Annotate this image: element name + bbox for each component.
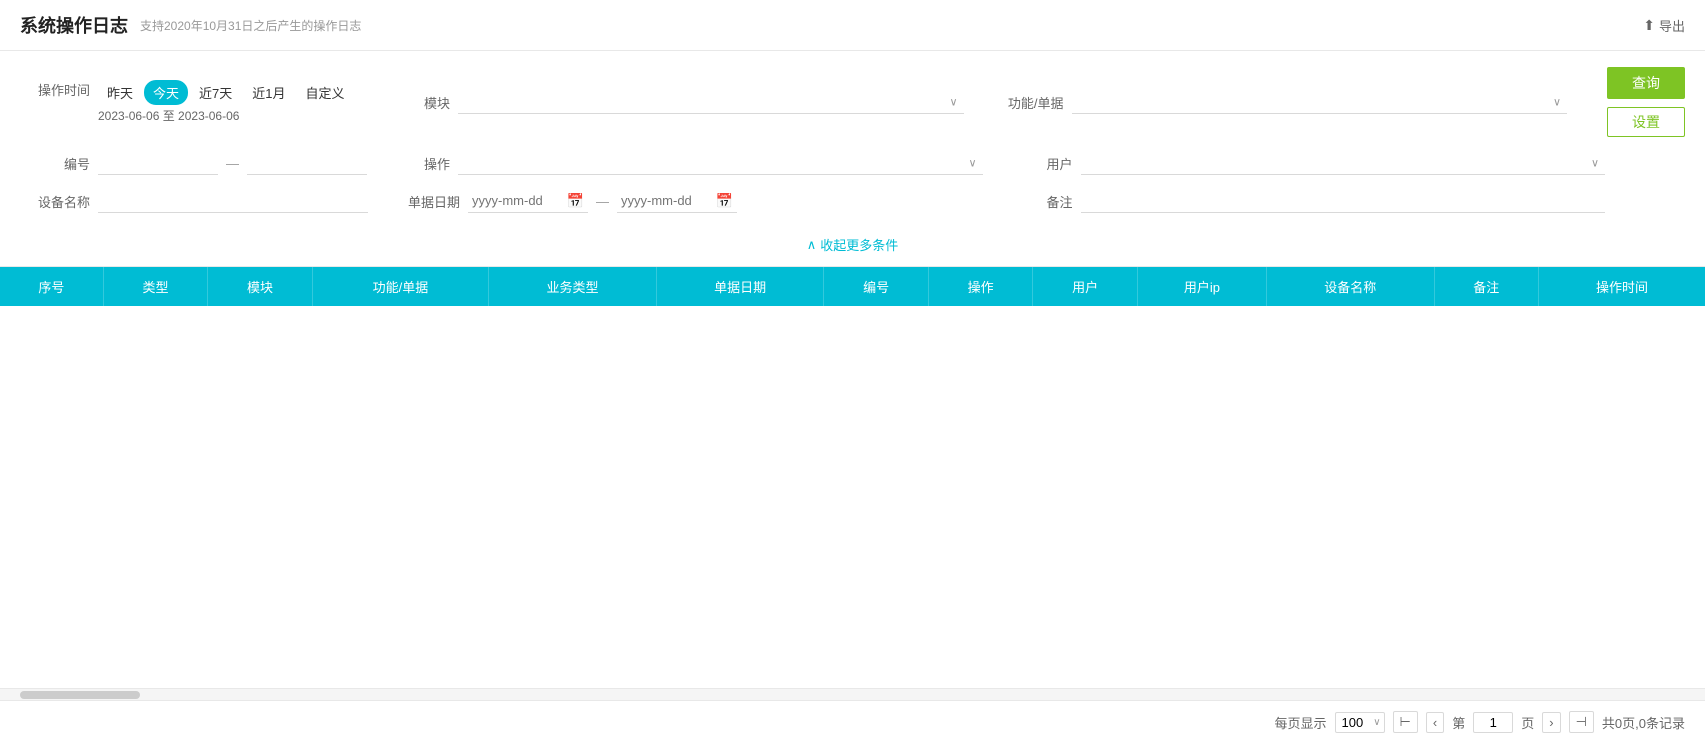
time-date-range: 2023-06-06 至 2023-06-06 (98, 107, 354, 124)
page-last-button[interactable]: ⊣ (1569, 711, 1594, 733)
scrollbar-thumb[interactable] (20, 691, 140, 699)
user-select[interactable] (1081, 151, 1606, 175)
user-label: 用户 (1003, 154, 1073, 173)
col-code: 编号 (824, 267, 928, 306)
user-filter-group: 用户 ∨ (1003, 151, 1606, 175)
pagination-bar: 每页显示 100 10 20 50 200 ∨ ⊢ ‹ 第 页 › ⊣ 共0页,… (0, 700, 1705, 743)
collapse-button[interactable]: ∧ 收起更多条件 (807, 235, 899, 254)
code-to-input[interactable] (247, 151, 367, 175)
func-label: 功能/单据 (984, 93, 1064, 112)
collapse-row: ∧ 收起更多条件 (20, 227, 1685, 258)
module-select[interactable] (458, 90, 964, 114)
filter-row-3: 设备名称 单据日期 📅 — 📅 备注 (20, 189, 1685, 213)
col-op: 操作 (928, 267, 1032, 306)
code-label: 编号 (20, 154, 90, 173)
collapse-icon: ∧ (807, 237, 817, 253)
export-label: 导出 (1659, 16, 1685, 35)
device-filter-group: 设备名称 (20, 189, 380, 213)
page-title: 系统操作日志 (20, 12, 128, 38)
date-label: 单据日期 (380, 192, 460, 211)
code-filter-group: 编号 — (20, 151, 380, 175)
table-header-row: 序号 类型 模块 功能/单据 业务类型 单据日期 编号 操作 用户 用户ip 设… (0, 267, 1705, 306)
col-user: 用户 (1033, 267, 1137, 306)
collapse-label: 收起更多条件 (820, 235, 898, 254)
remark-label: 备注 (1003, 192, 1073, 211)
op-filter-group: 操作 ∨ (380, 151, 983, 175)
date-from-wrap: 📅 (468, 189, 588, 213)
time-btn-custom[interactable]: 自定义 (297, 80, 354, 105)
page-header: 系统操作日志 支持2020年10月31日之后产生的操作日志 ⬆ 导出 (0, 0, 1705, 51)
page-total: 共0页,0条记录 (1602, 713, 1685, 732)
col-user-ip: 用户ip (1137, 267, 1266, 306)
per-page-select[interactable]: 100 10 20 50 200 (1335, 712, 1385, 733)
page-subtitle: 支持2020年10月31日之后产生的操作日志 (140, 17, 361, 34)
filter-row-1: 操作时间 昨天 今天 近7天 近1月 自定义 2023-06-06 至 2023… (20, 67, 1685, 137)
setting-button[interactable]: 设置 (1607, 107, 1685, 137)
code-from-input[interactable] (98, 151, 218, 175)
table-container: 序号 类型 模块 功能/单据 业务类型 单据日期 编号 操作 用户 用户ip 设… (0, 267, 1705, 688)
func-select-wrap: ∨ (1072, 90, 1568, 114)
table-header: 序号 类型 模块 功能/单据 业务类型 单据日期 编号 操作 用户 用户ip 设… (0, 267, 1705, 306)
filter-row-2: 编号 — 操作 ∨ 用户 (20, 151, 1685, 175)
filter-panel: 操作时间 昨天 今天 近7天 近1月 自定义 2023-06-06 至 2023… (0, 51, 1705, 267)
func-filter-group: 功能/单据 ∨ (984, 90, 1568, 114)
calendar-from-icon[interactable]: 📅 (567, 193, 584, 210)
export-icon: ⬆ (1643, 17, 1655, 34)
action-buttons: 查询 设置 (1607, 67, 1685, 137)
col-module: 模块 (208, 267, 312, 306)
col-date: 单据日期 (656, 267, 824, 306)
col-device: 设备名称 (1266, 267, 1434, 306)
time-label: 操作时间 (20, 80, 90, 99)
remark-input[interactable] (1081, 189, 1606, 213)
col-func: 功能/单据 (312, 267, 488, 306)
page-wrapper: 系统操作日志 支持2020年10月31日之后产生的操作日志 ⬆ 导出 操作时间 … (0, 0, 1705, 743)
per-page-wrap: 100 10 20 50 200 ∨ (1335, 712, 1385, 733)
remark-filter-group: 备注 (1003, 189, 1606, 213)
func-select[interactable] (1072, 90, 1568, 114)
time-filter-group: 操作时间 昨天 今天 近7天 近1月 自定义 2023-06-06 至 2023… (20, 80, 380, 124)
scrollbar-row[interactable] (0, 688, 1705, 700)
calendar-to-icon[interactable]: 📅 (716, 193, 733, 210)
col-remark: 备注 (1434, 267, 1538, 306)
page-first-button[interactable]: ⊢ (1393, 711, 1418, 733)
time-btn-yesterday[interactable]: 昨天 (98, 80, 142, 105)
time-btn-1month[interactable]: 近1月 (243, 80, 294, 105)
date-sep: — (596, 194, 609, 209)
per-page-label: 每页显示 (1275, 713, 1327, 732)
op-label: 操作 (380, 154, 450, 173)
page-unit: 页 (1521, 713, 1534, 732)
data-table: 序号 类型 模块 功能/单据 业务类型 单据日期 编号 操作 用户 用户ip 设… (0, 267, 1705, 306)
page-label: 第 (1452, 713, 1465, 732)
time-btn-7days[interactable]: 近7天 (190, 80, 241, 105)
query-button[interactable]: 查询 (1607, 67, 1685, 99)
device-input[interactable] (98, 189, 368, 213)
code-sep: — (226, 156, 239, 171)
date-filter-group: 单据日期 📅 — 📅 (380, 189, 983, 213)
header-left: 系统操作日志 支持2020年10月31日之后产生的操作日志 (20, 12, 361, 38)
date-to-wrap: 📅 (617, 189, 737, 213)
col-op-time: 操作时间 (1539, 267, 1705, 306)
page-num-input[interactable] (1473, 712, 1513, 733)
time-btn-group: 昨天 今天 近7天 近1月 自定义 (98, 80, 354, 105)
user-select-wrap: ∨ (1081, 151, 1606, 175)
device-label: 设备名称 (20, 192, 90, 211)
col-index: 序号 (0, 267, 103, 306)
module-label: 模块 (380, 93, 450, 112)
page-next-button[interactable]: › (1542, 712, 1560, 733)
empty-area (0, 306, 1705, 606)
module-select-wrap: ∨ (458, 90, 964, 114)
time-controls: 昨天 今天 近7天 近1月 自定义 2023-06-06 至 2023-06-0… (98, 80, 354, 124)
col-biz-type: 业务类型 (489, 267, 657, 306)
export-button[interactable]: ⬆ 导出 (1643, 16, 1685, 35)
op-select[interactable] (458, 151, 983, 175)
page-prev-button[interactable]: ‹ (1426, 712, 1444, 733)
col-type: 类型 (103, 267, 207, 306)
time-btn-today[interactable]: 今天 (144, 80, 188, 105)
op-select-wrap: ∨ (458, 151, 983, 175)
module-filter-group: 模块 ∨ (380, 90, 964, 114)
